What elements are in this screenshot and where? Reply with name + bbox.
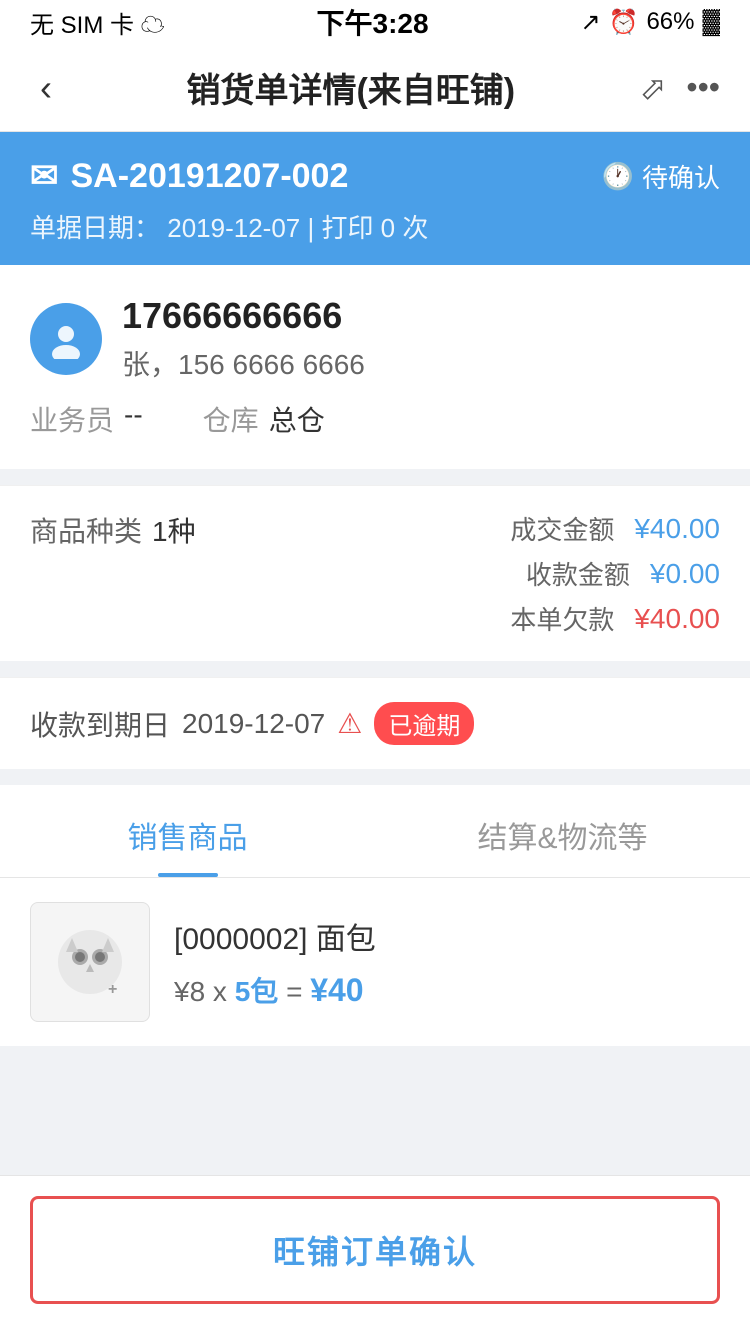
status-bar-time: 下午3:28 xyxy=(317,2,429,42)
product-qty: 5包 xyxy=(235,976,279,1007)
product-item: + [0000002] 面包 ¥8 x 5包 = ¥40 xyxy=(0,878,750,1046)
owed-row: 本单欠款 ¥40.00 xyxy=(510,600,720,637)
product-info: [0000002] 面包 ¥8 x 5包 = ¥40 xyxy=(174,914,720,1010)
warehouse-label: 仓库 xyxy=(203,399,259,439)
order-id-row: ✉ SA-20191207-002 xyxy=(30,156,348,196)
back-button[interactable]: ‹ xyxy=(30,57,62,119)
order-header-top: ✉ SA-20191207-002 🕐 待确认 xyxy=(30,156,720,196)
deal-amount: ¥40.00 xyxy=(634,513,720,545)
date-label: 单据日期： xyxy=(30,213,160,243)
battery-icon: ▓ xyxy=(702,8,720,36)
overdue-label: 收款到期日 xyxy=(30,704,170,744)
nav-bar: ‹ 销货单详情(来自旺铺) ⬀ ••• xyxy=(0,44,750,132)
confirm-button[interactable]: 旺铺订单确认 xyxy=(30,1196,720,1304)
status-bar-left: 无 SIM 卡 ☁ xyxy=(30,5,165,40)
kind-label: 商品种类 xyxy=(30,510,142,550)
collected-label: 收款金额 xyxy=(526,555,630,592)
collected-amount: ¥0.00 xyxy=(650,558,720,590)
customer-top: 17666666666 张，156 6666 6666 xyxy=(30,295,720,383)
clock-icon: 🕐 xyxy=(602,161,634,192)
no-sim-text: 无 SIM 卡 ☁ xyxy=(30,5,165,40)
svg-text:+: + xyxy=(108,981,117,998)
tab-settlement[interactable]: 结算&物流等 xyxy=(375,785,750,877)
product-equals: = xyxy=(286,976,310,1007)
product-kind: 商品种类 1种 xyxy=(30,510,510,550)
product-thumbnail: + xyxy=(30,902,150,1022)
customer-card: 17666666666 张，156 6666 6666 业务员 -- 仓库 总仓 xyxy=(0,265,750,469)
battery-text: 66% xyxy=(646,8,694,36)
order-id-text: SA-20191207-002 xyxy=(71,157,349,196)
order-status-text: 待确认 xyxy=(642,158,720,195)
location-icon: ↗ xyxy=(580,8,600,37)
overdue-card: 收款到期日 2019-12-07 ⚠ 已逾期 xyxy=(0,678,750,769)
warehouse-item: 仓库 总仓 xyxy=(203,399,325,439)
amount-summary: 成交金额 ¥40.00 收款金额 ¥0.00 本单欠款 ¥40.00 xyxy=(510,510,720,637)
owed-label: 本单欠款 xyxy=(510,600,614,637)
product-name-text: 面包 xyxy=(316,923,376,956)
deal-label: 成交金额 xyxy=(510,510,614,547)
overdue-badge: 已逾期 xyxy=(374,702,474,745)
status-bar-right: ↗ ⏰ 66% ▓ xyxy=(580,8,720,37)
customer-name-phone: 张，156 6666 6666 xyxy=(122,343,365,383)
order-status: 🕐 待确认 xyxy=(602,158,720,195)
product-price: ¥8 x xyxy=(174,976,235,1007)
order-date-value: 2019-12-07 xyxy=(167,213,300,243)
kind-value: 1种 xyxy=(152,510,196,550)
tab-products[interactable]: 销售商品 xyxy=(0,785,375,877)
order-date-row: 单据日期： 2019-12-07 | 打印 0 次 xyxy=(30,208,720,245)
warehouse-value: 总仓 xyxy=(269,399,325,439)
customer-info: 17666666666 张，156 6666 6666 xyxy=(122,295,365,383)
deal-amount-row: 成交金额 ¥40.00 xyxy=(510,510,720,547)
more-icon[interactable]: ••• xyxy=(686,69,720,106)
print-info: | 打印 0 次 xyxy=(307,213,428,243)
order-header: ✉ SA-20191207-002 🕐 待确认 单据日期： 2019-12-07… xyxy=(0,132,750,265)
tabs-container: 销售商品 结算&物流等 + xyxy=(0,785,750,1046)
product-code: [0000002] xyxy=(174,923,307,956)
customer-meta: 业务员 -- 仓库 总仓 xyxy=(30,399,720,439)
nav-actions: ⬀ ••• xyxy=(640,69,720,107)
order-icon: ✉ xyxy=(30,156,59,196)
product-name: [0000002] 面包 xyxy=(174,914,720,958)
status-bar: 无 SIM 卡 ☁ 下午3:28 ↗ ⏰ 66% ▓ xyxy=(0,0,750,44)
customer-phone: 17666666666 xyxy=(122,295,365,337)
product-total: ¥40 xyxy=(310,972,363,1008)
overdue-date: 2019-12-07 xyxy=(182,708,325,740)
salesman-value: -- xyxy=(124,399,143,439)
summary-card: 商品种类 1种 成交金额 ¥40.00 收款金额 ¥0.00 本单欠款 ¥40.… xyxy=(0,486,750,661)
share-icon[interactable]: ⬀ xyxy=(640,69,667,107)
customer-avatar xyxy=(30,303,102,375)
tab-products-label: 销售商品 xyxy=(128,822,248,855)
alarm-icon: ⏰ xyxy=(609,8,639,37)
collected-row: 收款金额 ¥0.00 xyxy=(526,555,720,592)
tab-settlement-label: 结算&物流等 xyxy=(477,822,647,855)
page-title: 销货单详情(来自旺铺) xyxy=(62,63,640,112)
bottom-bar: 旺铺订单确认 xyxy=(0,1175,750,1334)
tabs: 销售商品 结算&物流等 xyxy=(0,785,750,878)
warning-icon: ⚠ xyxy=(337,707,362,740)
product-price-line: ¥8 x 5包 = ¥40 xyxy=(174,970,720,1010)
salesman-item: 业务员 -- xyxy=(30,399,143,439)
owed-amount: ¥40.00 xyxy=(634,603,720,635)
salesman-label: 业务员 xyxy=(30,399,114,439)
